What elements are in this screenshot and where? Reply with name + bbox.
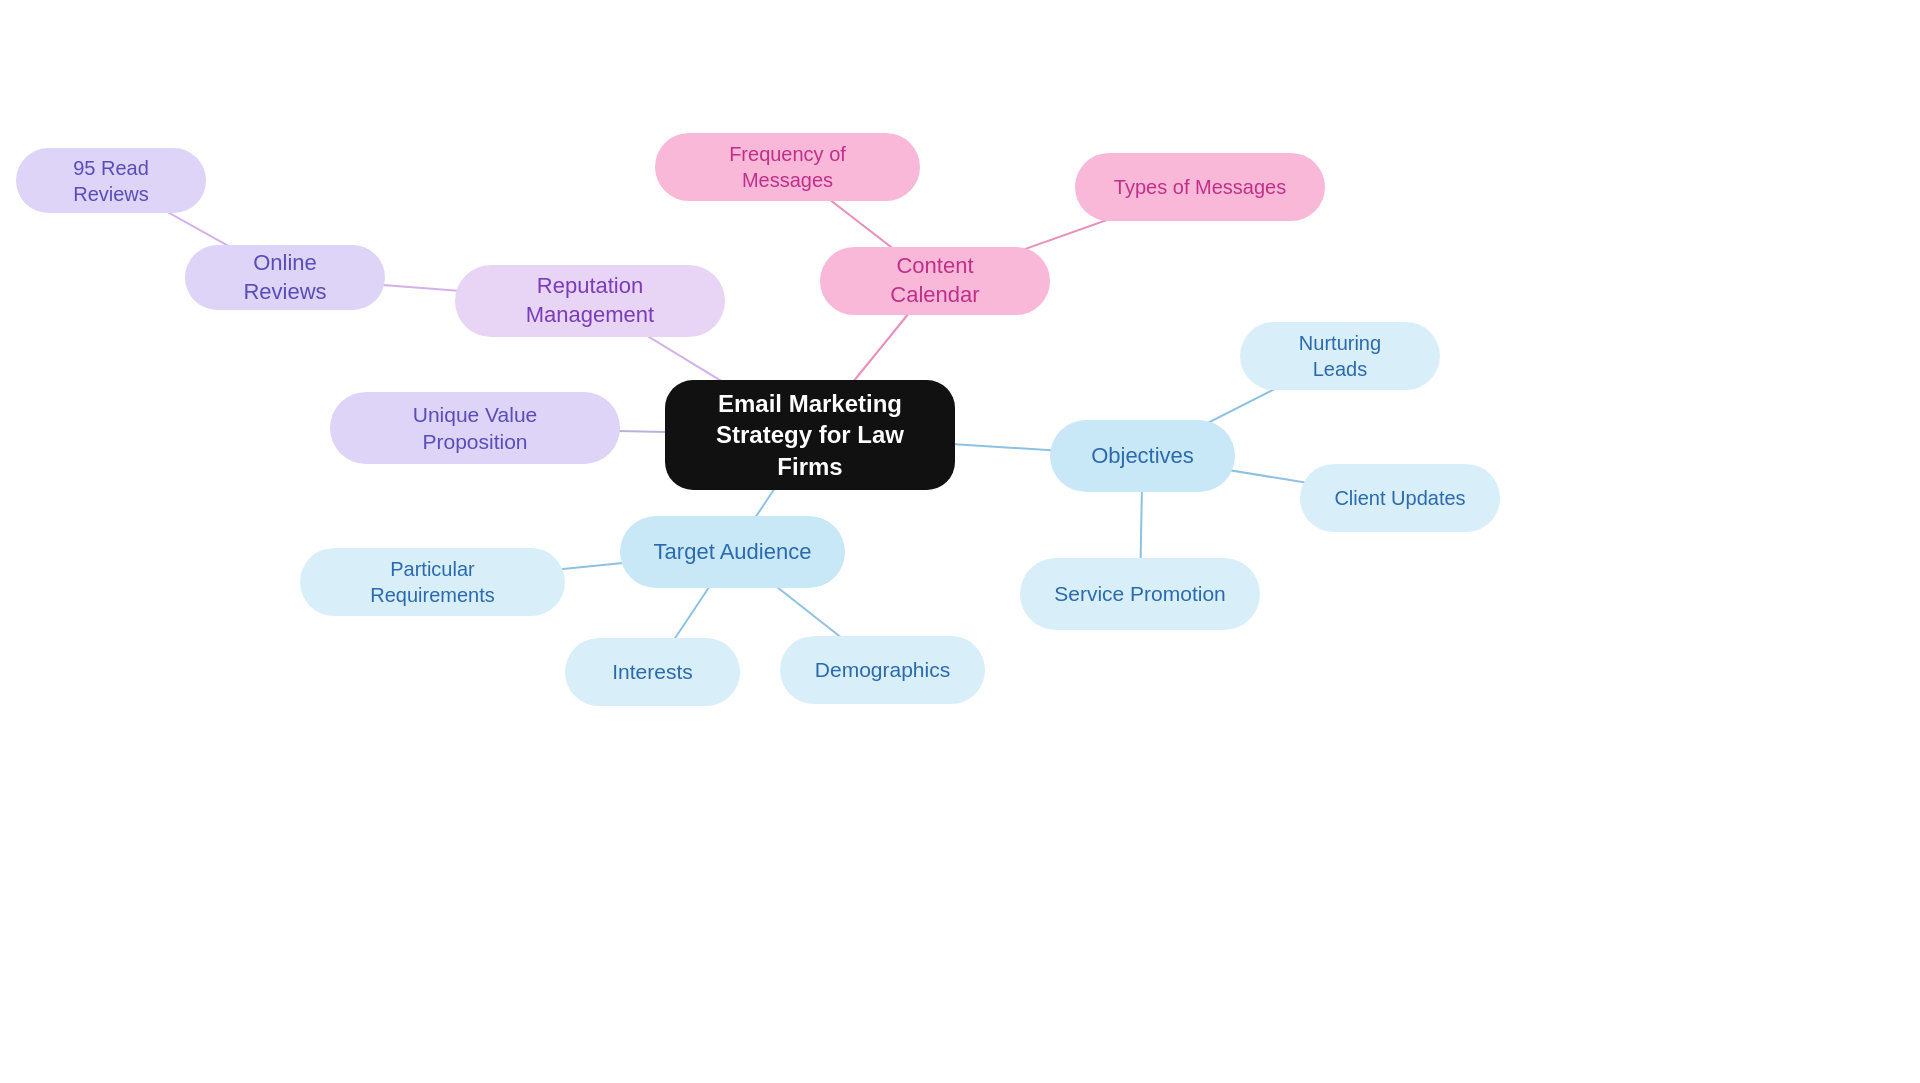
content-calendar-label: Content Calendar xyxy=(852,252,1018,309)
frequency-messages-label: Frequency of Messages xyxy=(687,141,888,193)
center-node: Email Marketing Strategy for Law Firms xyxy=(665,380,955,490)
demographics-label: Demographics xyxy=(815,656,950,683)
particular-requirements-label: Particular Requirements xyxy=(332,556,533,608)
service-promotion-label: Service Promotion xyxy=(1054,580,1226,607)
particular-requirements-node: Particular Requirements xyxy=(300,548,565,616)
nurturing-leads-label: Nurturing Leads xyxy=(1272,330,1408,382)
client-updates-label: Client Updates xyxy=(1334,485,1465,511)
objectives-label: Objectives xyxy=(1091,442,1194,471)
target-audience-node: Target Audience xyxy=(620,516,845,588)
center-label: Email Marketing Strategy for Law Firms xyxy=(697,388,923,482)
read-reviews-node: 95 Read Reviews xyxy=(16,148,206,213)
unique-value-node: Unique Value Proposition xyxy=(330,392,620,464)
reputation-management-label: Reputation Management xyxy=(487,272,693,329)
objectives-node: Objectives xyxy=(1050,420,1235,492)
types-messages-node: Types of Messages xyxy=(1075,153,1325,221)
service-promotion-node: Service Promotion xyxy=(1020,558,1260,630)
interests-label: Interests xyxy=(612,658,693,685)
nurturing-leads-node: Nurturing Leads xyxy=(1240,322,1440,390)
interests-node: Interests xyxy=(565,638,740,706)
types-messages-label: Types of Messages xyxy=(1114,174,1286,200)
demographics-node: Demographics xyxy=(780,636,985,704)
unique-value-label: Unique Value Proposition xyxy=(362,401,588,456)
online-reviews-node: Online Reviews xyxy=(185,245,385,310)
client-updates-node: Client Updates xyxy=(1300,464,1500,532)
reputation-management-node: Reputation Management xyxy=(455,265,725,337)
content-calendar-node: Content Calendar xyxy=(820,247,1050,315)
online-reviews-label: Online Reviews xyxy=(217,249,353,306)
frequency-messages-node: Frequency of Messages xyxy=(655,133,920,201)
read-reviews-label: 95 Read Reviews xyxy=(48,155,174,207)
target-audience-label: Target Audience xyxy=(654,538,812,567)
